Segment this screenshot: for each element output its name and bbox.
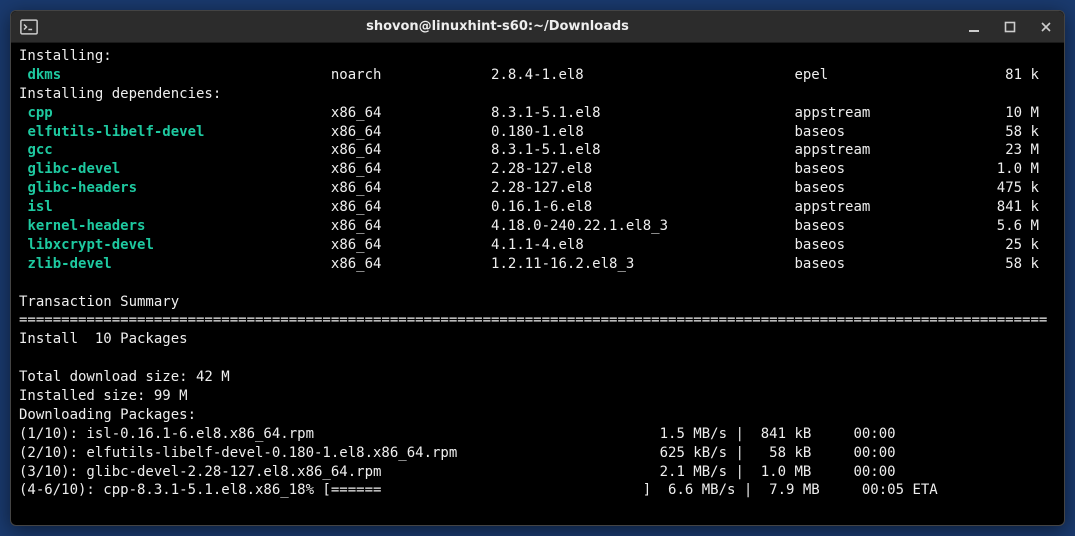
maximize-button[interactable] [992,11,1028,43]
terminal-line: (4-6/10): cpp-8.3.1-5.1.el8.x86_18% [===… [19,481,1056,500]
terminal-line: elfutils-libelf-devel x86_64 0.180-1.el8… [19,123,1056,142]
terminal-line: Installed size: 99 M [19,387,1056,406]
terminal-line: isl x86_64 0.16.1-6.el8 appstream 841 k [19,198,1056,217]
terminal-line: ========================================… [19,311,1056,330]
terminal-line: Total download size: 42 M [19,368,1056,387]
terminal-line: glibc-devel x86_64 2.28-127.el8 baseos 1… [19,160,1056,179]
terminal-line: (1/10): isl-0.16.1-6.el8.x86_64.rpm 1.5 … [19,425,1056,444]
terminal-window: shovon@linuxhint-s60:~/Downloads Install… [10,10,1065,526]
terminal-line: (2/10): elfutils-libelf-devel-0.180-1.el… [19,444,1056,463]
terminal-line: Transaction Summary [19,293,1056,312]
minimize-button[interactable] [956,11,992,43]
terminal-line: Install 10 Packages [19,330,1056,349]
terminal-line: zlib-devel x86_64 1.2.11-16.2.el8_3 base… [19,255,1056,274]
terminal-line: cpp x86_64 8.3.1-5.1.el8 appstream 10 M [19,104,1056,123]
terminal-icon [19,17,39,37]
close-button[interactable] [1028,11,1064,43]
terminal-line: libxcrypt-devel x86_64 4.1.1-4.el8 baseo… [19,236,1056,255]
terminal-line: Installing: [19,47,1056,66]
terminal-line: glibc-headers x86_64 2.28-127.el8 baseos… [19,179,1056,198]
window-title: shovon@linuxhint-s60:~/Downloads [39,19,956,34]
terminal-content[interactable]: Installing: dkms noarch 2.8.4-1.el8 epel… [11,43,1064,525]
titlebar: shovon@linuxhint-s60:~/Downloads [11,11,1064,43]
terminal-line: kernel-headers x86_64 4.18.0-240.22.1.el… [19,217,1056,236]
terminal-line [19,349,1056,368]
terminal-line: dkms noarch 2.8.4-1.el8 epel 81 k [19,66,1056,85]
window-controls [956,11,1064,43]
terminal-line: gcc x86_64 8.3.1-5.1.el8 appstream 23 M [19,141,1056,160]
terminal-line [19,274,1056,293]
terminal-line: (3/10): glibc-devel-2.28-127.el8.x86_64.… [19,463,1056,482]
terminal-line: Downloading Packages: [19,406,1056,425]
terminal-line: Installing dependencies: [19,85,1056,104]
